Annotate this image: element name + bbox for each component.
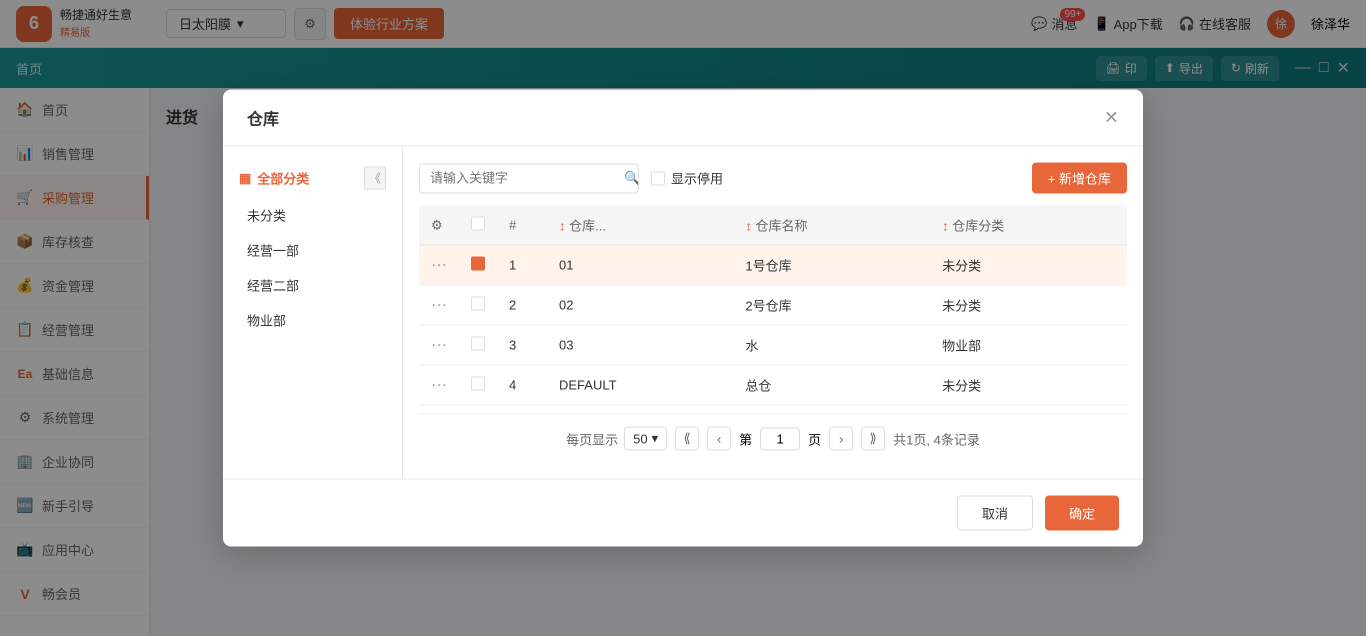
category-item-property[interactable]: 物业部 xyxy=(223,303,402,338)
category-item-ops2[interactable]: 经营二部 xyxy=(223,268,402,303)
row-more-icon[interactable]: ··· xyxy=(431,256,447,273)
row-num: 4 xyxy=(497,365,547,405)
row-action-cell: ··· xyxy=(419,325,459,365)
page-size-value: 50 xyxy=(633,431,647,446)
next-page-button[interactable]: › xyxy=(829,427,853,451)
all-categories[interactable]: ▦ 全部分类 xyxy=(239,169,309,188)
row-category: 未分类 xyxy=(930,365,1127,405)
confirm-button[interactable]: 确定 xyxy=(1045,496,1119,531)
row-more-icon[interactable]: ··· xyxy=(431,296,447,313)
first-page-button[interactable]: ⟪ xyxy=(675,427,699,451)
modal-title: 仓库 xyxy=(247,106,279,130)
table-container: ⚙ # ↕ 仓库... ↕ 仓库名称 xyxy=(419,206,1127,406)
search-input[interactable] xyxy=(420,165,616,192)
modal-close-button[interactable]: ✕ xyxy=(1104,109,1119,127)
row-checkbox[interactable] xyxy=(471,377,485,391)
row-category: 未分类 xyxy=(930,245,1127,285)
row-num: 3 xyxy=(497,325,547,365)
grid-icon: ▦ xyxy=(239,170,251,186)
category-item-unclassified[interactable]: 未分类 xyxy=(223,198,402,233)
row-checkbox-cell xyxy=(459,245,497,285)
warehouse-table: ⚙ # ↕ 仓库... ↕ 仓库名称 xyxy=(419,206,1127,406)
col-checkbox xyxy=(459,206,497,246)
page-size-chevron: ▾ xyxy=(652,431,659,447)
table-row[interactable]: ··· 1 01 1号仓库 未分类 xyxy=(419,245,1127,285)
modal-header: 仓库 ✕ xyxy=(223,90,1143,147)
row-checkbox[interactable] xyxy=(471,337,485,351)
category-sidebar: ▦ 全部分类 《 未分类 经营一部 经营二部 物业部 xyxy=(223,147,403,479)
last-page-button[interactable]: ⟫ xyxy=(861,427,885,451)
category-item-ops1[interactable]: 经营一部 xyxy=(223,233,402,268)
page-number-input[interactable] xyxy=(760,427,800,450)
all-categories-label: 全部分类 xyxy=(257,169,309,188)
add-warehouse-button[interactable]: + 新增仓库 xyxy=(1032,163,1127,194)
warehouse-modal: 仓库 ✕ ▦ 全部分类 《 未分类 经营一部 经营二部 物业部 🔍 xyxy=(223,90,1143,547)
row-code: 03 xyxy=(547,325,733,365)
search-button[interactable]: 🔍 xyxy=(616,164,639,192)
search-box: 🔍 xyxy=(419,163,639,193)
page-size-select: 每页显示 50 ▾ xyxy=(566,427,667,451)
col-code: ↕ 仓库... xyxy=(547,206,733,246)
page-label: 第 xyxy=(739,429,752,448)
row-checkbox-cell xyxy=(459,285,497,325)
row-num: 1 xyxy=(497,245,547,285)
row-checkbox[interactable] xyxy=(471,257,485,271)
row-action-cell: ··· xyxy=(419,365,459,405)
category-header: ▦ 全部分类 《 xyxy=(223,159,402,198)
category-collapse-button[interactable]: 《 xyxy=(364,167,386,190)
row-name: 1号仓库 xyxy=(733,245,930,285)
table-row[interactable]: ··· 3 03 水 物业部 xyxy=(419,325,1127,365)
table-row[interactable]: ··· 4 DEFAULT 总仓 未分类 xyxy=(419,365,1127,405)
row-num: 2 xyxy=(497,285,547,325)
col-num: # xyxy=(497,206,547,246)
row-action-cell: ··· xyxy=(419,245,459,285)
row-more-icon[interactable]: ··· xyxy=(431,336,447,353)
row-checkbox[interactable] xyxy=(471,297,485,311)
page-size-dropdown[interactable]: 50 ▾ xyxy=(624,427,667,451)
row-more-icon[interactable]: ··· xyxy=(431,376,447,393)
row-action-cell: ··· xyxy=(419,285,459,325)
modal-main: 🔍 显示停用 + 新增仓库 ⚙ # xyxy=(403,147,1143,479)
row-code: DEFAULT xyxy=(547,365,733,405)
total-info: 共1页, 4条记录 xyxy=(893,429,980,448)
show-disabled-checkbox[interactable] xyxy=(651,171,665,185)
show-disabled-label: 显示停用 xyxy=(671,169,723,188)
table-row[interactable]: ··· 2 02 2号仓库 未分类 xyxy=(419,285,1127,325)
col-category: ↕ 仓库分类 xyxy=(930,206,1127,246)
row-name: 总仓 xyxy=(733,365,930,405)
select-all-checkbox[interactable] xyxy=(471,217,485,231)
page-label-end: 页 xyxy=(808,429,821,448)
modal-toolbar: 🔍 显示停用 + 新增仓库 xyxy=(419,163,1127,194)
col-settings: ⚙ xyxy=(419,206,459,246)
prev-page-button[interactable]: ‹ xyxy=(707,427,731,451)
col-name: ↕ 仓库名称 xyxy=(733,206,930,246)
row-checkbox-cell xyxy=(459,325,497,365)
row-category: 未分类 xyxy=(930,285,1127,325)
per-page-label: 每页显示 xyxy=(566,429,618,448)
row-name: 2号仓库 xyxy=(733,285,930,325)
row-code: 01 xyxy=(547,245,733,285)
row-checkbox-cell xyxy=(459,365,497,405)
row-category: 物业部 xyxy=(930,325,1127,365)
cancel-button[interactable]: 取消 xyxy=(957,496,1033,531)
show-disabled-toggle[interactable]: 显示停用 xyxy=(651,169,723,188)
pagination-bar: 每页显示 50 ▾ ⟪ ‹ 第 页 › ⟫ 共1页, 4条记录 xyxy=(419,414,1127,463)
row-name: 水 xyxy=(733,325,930,365)
modal-footer: 取消 确定 xyxy=(223,479,1143,547)
modal-body: ▦ 全部分类 《 未分类 经营一部 经营二部 物业部 🔍 显示停用 xyxy=(223,147,1143,479)
row-code: 02 xyxy=(547,285,733,325)
